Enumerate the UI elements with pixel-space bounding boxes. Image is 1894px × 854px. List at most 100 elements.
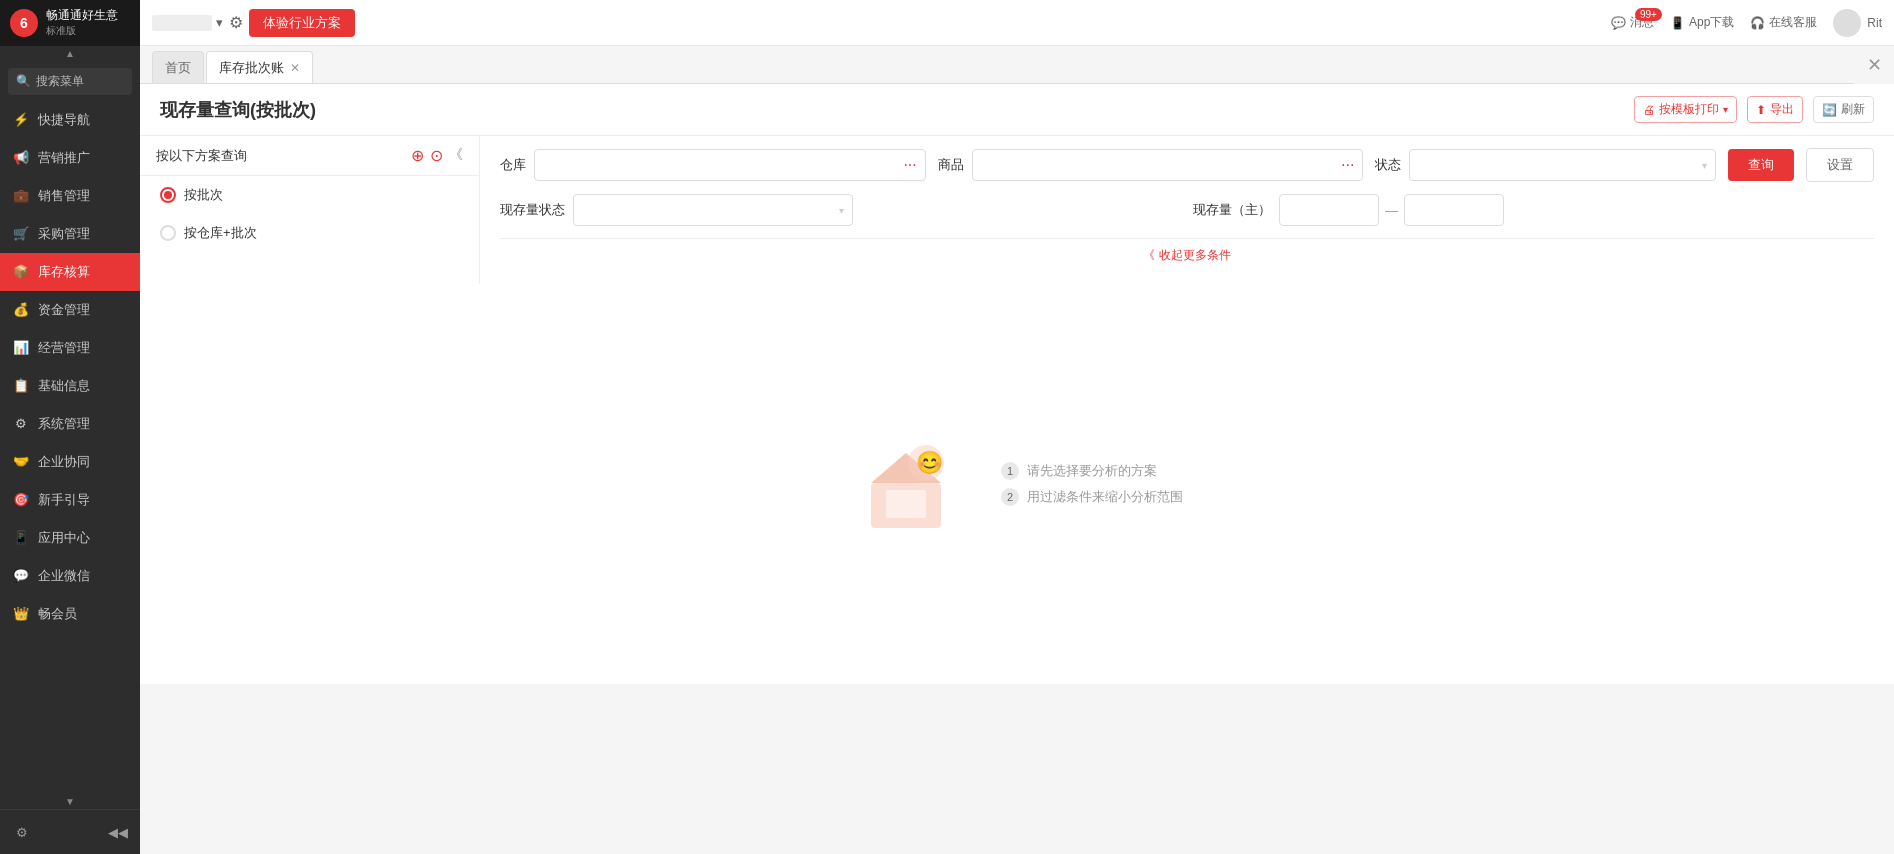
batch-option-label: 按批次	[184, 186, 223, 204]
sidebar-collapse-btn[interactable]: ◀◀	[104, 818, 132, 846]
svg-rect-2	[886, 490, 926, 518]
topbar-nav-dropdown[interactable]: ▾	[152, 15, 223, 31]
sidebar-item-member-label: 畅会员	[38, 605, 77, 623]
sidebar-item-operations-label: 经营管理	[38, 339, 90, 357]
content-area: 现存量查询(按批次) 🖨 按模板打印 ▾ ⬆ 导出 🔄 刷新	[140, 84, 1894, 854]
status-select[interactable]: ▾	[1409, 149, 1716, 181]
filter-option-batch[interactable]: 按批次	[140, 176, 479, 214]
collapse-bar[interactable]: 《 收起更多条件	[500, 238, 1874, 272]
filter-option-warehouse-batch[interactable]: 按仓库+批次	[140, 214, 479, 252]
tab-close-icon[interactable]: ✕	[290, 61, 300, 75]
customer-service-label: 在线客服	[1769, 14, 1817, 31]
sidebar-item-sales[interactable]: 💼 销售管理	[0, 177, 140, 215]
sidebar-item-sales-label: 销售管理	[38, 187, 90, 205]
sidebar-item-quick-nav[interactable]: ⚡ 快捷导航	[0, 101, 140, 139]
filter-scheme-header-btns: ⊕ ⊙ 《	[411, 146, 463, 165]
tip-2-text: 用过滤条件来缩小分析范围	[1027, 488, 1183, 506]
print-btn[interactable]: 🖨 按模板打印 ▾	[1634, 96, 1737, 123]
sidebar-item-basic-label: 基础信息	[38, 377, 90, 395]
tab-inventory-batch[interactable]: 库存批次账 ✕	[206, 51, 313, 83]
status-dropdown-arrow-icon: ▾	[1702, 160, 1707, 171]
stock-status-field: 现存量状态 ▾	[500, 194, 1181, 226]
topbar-gear-icon[interactable]: ⚙	[229, 13, 243, 32]
quick-nav-icon: ⚡	[12, 111, 30, 129]
sidebar-item-app-center[interactable]: 📱 应用中心	[0, 519, 140, 557]
system-icon: ⚙	[12, 415, 30, 433]
sidebar-item-finance-label: 资金管理	[38, 301, 90, 319]
tip-num-1: 1	[1001, 462, 1019, 480]
collapse-up-icon: 《	[1143, 247, 1155, 264]
warehouse-input[interactable]: ···	[534, 149, 926, 181]
tabbar: 首页 库存批次账 ✕	[140, 46, 1894, 84]
experience-btn[interactable]: 体验行业方案	[249, 9, 355, 37]
settings-btn[interactable]: 设置	[1806, 148, 1874, 182]
product-input[interactable]: ···	[972, 149, 1364, 181]
sidebar-scroll-down[interactable]: ▼	[0, 793, 140, 809]
user-area[interactable]: Rit	[1833, 9, 1882, 37]
warehouse-batch-radio	[160, 225, 176, 241]
sidebar-item-operations[interactable]: 📊 经营管理	[0, 329, 140, 367]
sidebar-settings-btn[interactable]: ⚙	[8, 818, 36, 846]
message-badge: 99+	[1635, 8, 1662, 21]
member-icon: 👑	[12, 605, 30, 623]
warehouse-more-icon[interactable]: ···	[903, 156, 916, 174]
sidebar-item-finance[interactable]: 💰 资金管理	[0, 291, 140, 329]
collapse-scheme-icon[interactable]: 《	[449, 146, 463, 165]
wechat-icon: 💬	[12, 567, 30, 585]
tab-close-page-btn[interactable]: ✕	[1854, 46, 1894, 84]
stock-qty-min-input[interactable]	[1279, 194, 1379, 226]
page-header: 现存量查询(按批次) 🖨 按模板打印 ▾ ⬆ 导出 🔄 刷新	[140, 84, 1894, 136]
sidebar-item-enterprise-label: 企业协同	[38, 453, 90, 471]
sidebar-item-system[interactable]: ⚙ 系统管理	[0, 405, 140, 443]
product-label: 商品	[938, 156, 964, 174]
enterprise-icon: 🤝	[12, 453, 30, 471]
sidebar-item-quick-nav-label: 快捷导航	[38, 111, 90, 129]
sidebar-item-basic[interactable]: 📋 基础信息	[0, 367, 140, 405]
empty-tip-2: 2 用过滤条件来缩小分析范围	[1001, 488, 1183, 506]
search-icon: 🔍	[16, 74, 31, 88]
add-scheme-icon[interactable]: ⊕	[411, 146, 424, 165]
sidebar-item-marketing[interactable]: 📢 营销推广	[0, 139, 140, 177]
export-btn[interactable]: ⬆ 导出	[1747, 96, 1803, 123]
sidebar-item-newbie[interactable]: 🎯 新手引导	[0, 481, 140, 519]
refresh-btn[interactable]: 🔄 刷新	[1813, 96, 1874, 123]
app-download-label: App下载	[1689, 14, 1734, 31]
app-download-btn[interactable]: 📱 App下载	[1670, 14, 1734, 31]
app-center-icon: 📱	[12, 529, 30, 547]
sidebar-item-wechat-label: 企业微信	[38, 567, 90, 585]
sidebar-version: 标准版	[46, 24, 118, 38]
sidebar-item-purchase[interactable]: 🛒 采购管理	[0, 215, 140, 253]
tab-inventory-batch-label: 库存批次账	[219, 59, 284, 77]
page-actions: 🖨 按模板打印 ▾ ⬆ 导出 🔄 刷新	[1634, 96, 1874, 123]
stock-qty-max-input[interactable]	[1404, 194, 1504, 226]
sidebar-scroll-up[interactable]: ▲	[0, 46, 140, 62]
page-title: 现存量查询(按批次)	[160, 98, 316, 122]
sidebar-item-enterprise[interactable]: 🤝 企业协同	[0, 443, 140, 481]
batch-radio	[160, 187, 176, 203]
empty-tip-1: 1 请先选择要分析的方案	[1001, 462, 1183, 480]
customer-service-btn[interactable]: 🎧 在线客服	[1750, 14, 1817, 31]
batch-radio-inner	[164, 191, 172, 199]
marketing-icon: 📢	[12, 149, 30, 167]
stock-status-label: 现存量状态	[500, 201, 565, 219]
refresh-icon: 🔄	[1822, 103, 1837, 117]
query-btn[interactable]: 查询	[1728, 149, 1794, 181]
stock-qty-dash: —	[1385, 203, 1398, 218]
svg-text:😊: 😊	[916, 449, 944, 476]
sidebar-search[interactable]: 🔍 搜索菜单	[8, 68, 132, 95]
filter-scheme-panel: 按以下方案查询 ⊕ ⊙ 《 按批次	[140, 136, 480, 284]
sidebar-item-member[interactable]: 👑 畅会员	[0, 595, 140, 633]
sidebar-item-inventory-label: 库存核算	[38, 263, 90, 281]
tab-home[interactable]: 首页	[152, 51, 204, 83]
product-more-icon[interactable]: ···	[1341, 156, 1354, 174]
message-btn[interactable]: 💬 消息 99+	[1611, 14, 1654, 31]
export-label: 导出	[1770, 101, 1794, 118]
stock-status-select[interactable]: ▾	[573, 194, 853, 226]
avatar	[1833, 9, 1861, 37]
sidebar-item-wechat[interactable]: 💬 企业微信	[0, 557, 140, 595]
sidebar-item-system-label: 系统管理	[38, 415, 90, 433]
sidebar-item-inventory[interactable]: 📦 库存核算	[0, 253, 140, 291]
filter-scheme-title: 按以下方案查询	[156, 147, 247, 165]
manage-scheme-icon[interactable]: ⊙	[430, 146, 443, 165]
close-page-icon: ✕	[1867, 54, 1882, 76]
